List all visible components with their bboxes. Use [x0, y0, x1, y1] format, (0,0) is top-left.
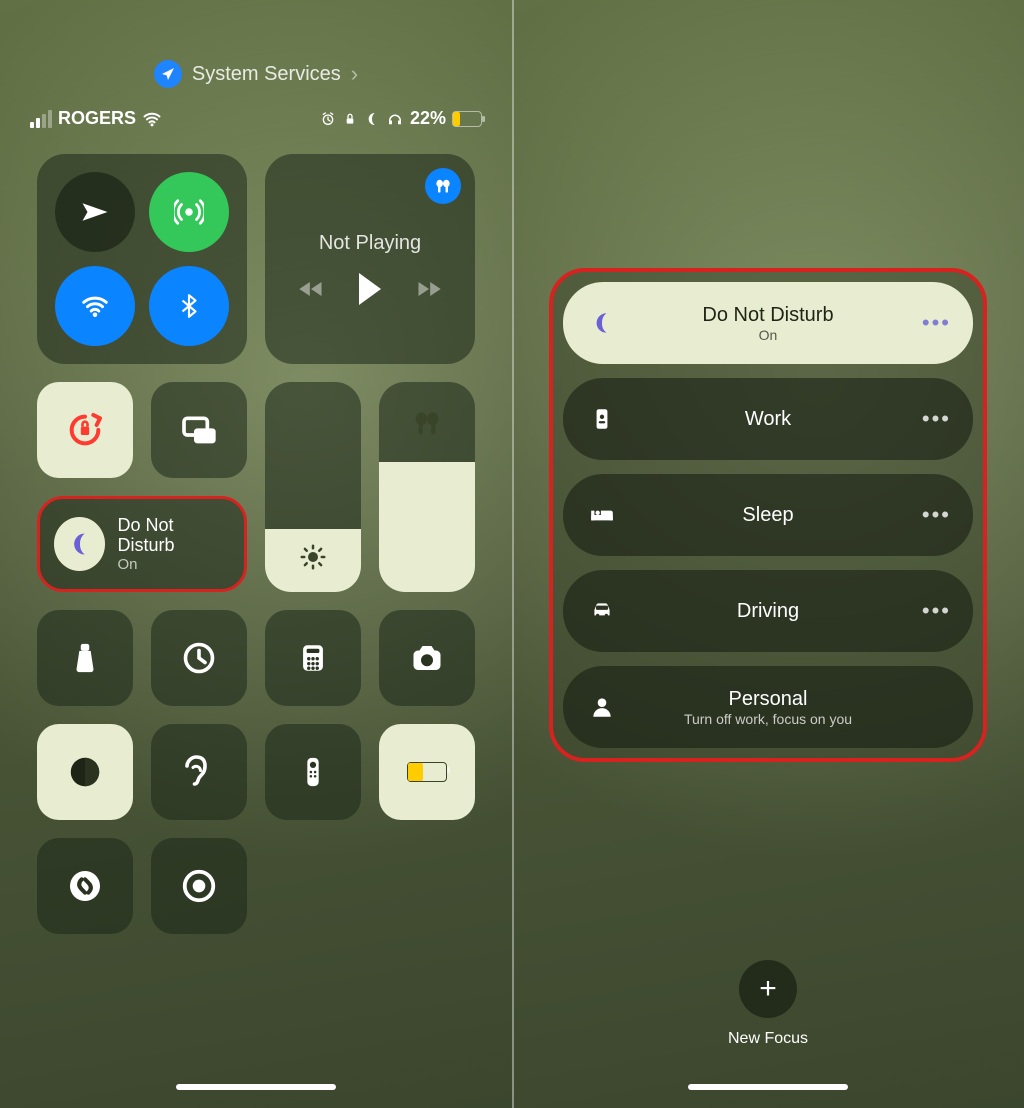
battery-pct-label: 22% [410, 108, 446, 129]
play-button[interactable] [359, 273, 381, 305]
battery-icon [452, 111, 482, 127]
headphones-status-icon [386, 110, 404, 128]
location-services-link[interactable]: System Services › [30, 60, 482, 88]
focus-toggle[interactable]: Do Not Disturb On [37, 496, 247, 592]
wifi-status-icon [142, 109, 162, 129]
more-options-button[interactable]: ••• [917, 310, 951, 336]
airplane-mode-toggle[interactable] [55, 172, 135, 252]
focus-modes-panel: Do Not Disturb On ••• Work ••• Sleep •••… [549, 268, 987, 762]
bed-icon [585, 502, 619, 528]
focus-mode-subtitle: Turn off work, focus on you [619, 711, 917, 728]
cell-signal-icon [30, 110, 52, 128]
more-options-button[interactable]: ••• [917, 502, 951, 528]
connectivity-panel [37, 154, 247, 364]
focus-mode-title: Do Not Disturb [619, 303, 917, 327]
focus-mode-driving[interactable]: Driving ••• [563, 570, 973, 652]
more-options-button[interactable]: ••• [917, 598, 951, 624]
control-center-screen: System Services › ROGERS 22% [0, 0, 512, 1108]
new-focus-label: New Focus [728, 1030, 808, 1048]
dark-mode-icon [66, 753, 104, 791]
wifi-toggle[interactable] [55, 266, 135, 346]
location-arrow-icon [154, 60, 182, 88]
forward-button[interactable] [415, 275, 443, 303]
focus-mode-title: Personal [619, 687, 917, 711]
low-power-icon [407, 762, 447, 782]
hearing-button[interactable] [151, 724, 247, 820]
airpods-icon [410, 406, 444, 440]
badge-icon [585, 406, 619, 432]
focus-mode-title: Driving [619, 599, 917, 623]
airpods-route-icon [425, 168, 461, 204]
status-bar: ROGERS 22% [30, 108, 482, 129]
camera-icon [409, 640, 445, 676]
airplane-icon [80, 197, 110, 227]
wifi-icon [80, 291, 110, 321]
car-icon [585, 598, 619, 624]
focus-mode-work[interactable]: Work ••• [563, 378, 973, 460]
alarm-status-icon [320, 111, 336, 127]
calculator-icon [296, 641, 330, 675]
timer-button[interactable] [151, 610, 247, 706]
home-indicator[interactable] [688, 1084, 848, 1090]
focus-mode-title: Sleep [619, 503, 917, 527]
screenshot-divider [512, 0, 514, 1108]
cellular-data-toggle[interactable] [149, 172, 229, 252]
new-focus-button[interactable]: + New Focus [728, 960, 808, 1048]
timer-icon [181, 640, 217, 676]
focus-title: Do Not Disturb [117, 515, 230, 556]
focus-subtitle: On [117, 556, 230, 573]
focus-mode-subtitle: On [619, 327, 917, 344]
lock-status-icon [342, 111, 358, 127]
calculator-button[interactable] [265, 610, 361, 706]
focus-mode-title: Work [619, 407, 917, 431]
apple-tv-remote-button[interactable] [265, 724, 361, 820]
shazam-icon [65, 866, 105, 906]
screen-record-icon [180, 867, 218, 905]
dnd-status-icon [364, 111, 380, 127]
flashlight-button[interactable] [37, 610, 133, 706]
media-title: Not Playing [319, 232, 421, 255]
plus-icon: + [739, 960, 797, 1018]
screen-mirroring-button[interactable] [151, 382, 247, 478]
control-center-grid: Not Playing [30, 154, 482, 934]
bluetooth-toggle[interactable] [149, 266, 229, 346]
rotation-lock-toggle[interactable] [37, 382, 133, 478]
more-options-button[interactable]: ••• [917, 406, 951, 432]
brightness-icon [298, 542, 328, 572]
focus-mode-dnd[interactable]: Do Not Disturb On ••• [563, 282, 973, 364]
brightness-slider[interactable] [265, 382, 361, 592]
focus-mode-personal[interactable]: Personal Turn off work, focus on you [563, 666, 973, 748]
bluetooth-icon [176, 293, 202, 319]
chevron-right-icon: › [351, 61, 358, 87]
home-indicator[interactable] [176, 1084, 336, 1090]
rotation-lock-icon [65, 410, 105, 450]
moon-icon [54, 517, 105, 571]
hearing-icon [181, 754, 217, 790]
flashlight-icon [68, 641, 102, 675]
shazam-button[interactable] [37, 838, 133, 934]
screen-mirroring-icon [179, 410, 219, 450]
volume-slider[interactable] [379, 382, 475, 592]
carrier-label: ROGERS [58, 108, 136, 129]
apple-tv-remote-icon [296, 755, 330, 789]
focus-modes-screen: Do Not Disturb On ••• Work ••• Sleep •••… [512, 0, 1024, 1108]
moon-icon [585, 310, 619, 336]
focus-mode-sleep[interactable]: Sleep ••• [563, 474, 973, 556]
camera-button[interactable] [379, 610, 475, 706]
low-power-mode-toggle[interactable] [379, 724, 475, 820]
dark-mode-toggle[interactable] [37, 724, 133, 820]
rewind-button[interactable] [297, 275, 325, 303]
location-services-label: System Services [192, 63, 341, 86]
antenna-icon [174, 197, 204, 227]
screen-record-button[interactable] [151, 838, 247, 934]
person-icon [585, 694, 619, 720]
media-panel[interactable]: Not Playing [265, 154, 475, 364]
